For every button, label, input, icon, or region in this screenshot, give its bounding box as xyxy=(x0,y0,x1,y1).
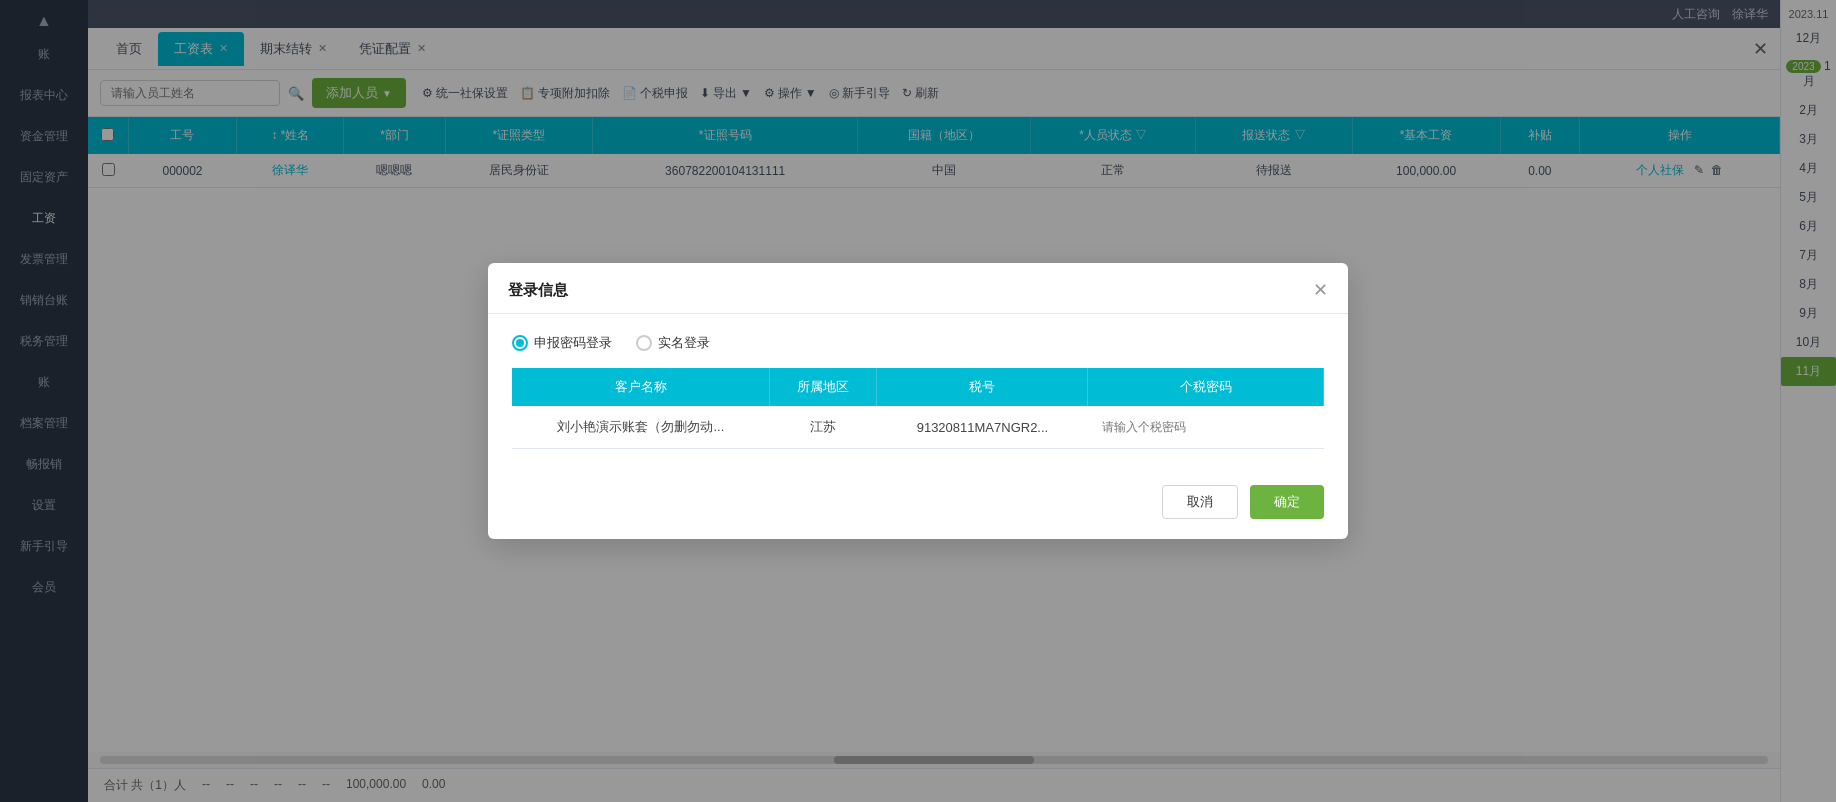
modal-footer: 取消 确定 xyxy=(488,469,1348,539)
login-type-radio-group: 申报密码登录 实名登录 xyxy=(512,334,1324,352)
confirm-button[interactable]: 确定 xyxy=(1250,485,1324,519)
modal-header: 登录信息 ✕ xyxy=(488,263,1348,314)
modal-col-client-name: 客户名称 xyxy=(512,368,770,406)
realname-login-radio[interactable] xyxy=(636,335,652,351)
client-tax-password-cell[interactable] xyxy=(1088,406,1324,449)
modal-col-tax-password: 个税密码 xyxy=(1088,368,1324,406)
modal-body: 申报密码登录 实名登录 客户名称 所属地区 税号 个税密码 xyxy=(488,314,1348,469)
client-tax-id-cell: 91320811MA7NGR2... xyxy=(877,406,1088,449)
modal-title: 登录信息 xyxy=(508,281,568,300)
client-region-cell: 江苏 xyxy=(770,406,877,449)
tax-password-input[interactable] xyxy=(1102,420,1310,434)
realname-login-option[interactable]: 实名登录 xyxy=(636,334,710,352)
modal-close-button[interactable]: ✕ xyxy=(1313,279,1328,301)
client-name-cell: 刘小艳演示账套（勿删勿动... xyxy=(512,406,770,449)
cancel-button[interactable]: 取消 xyxy=(1162,485,1238,519)
modal-overlay: 登录信息 ✕ 申报密码登录 实名登录 客户名称 所属地 xyxy=(0,0,1836,802)
password-login-radio[interactable] xyxy=(512,335,528,351)
password-login-option[interactable]: 申报密码登录 xyxy=(512,334,612,352)
modal-col-tax-id: 税号 xyxy=(877,368,1088,406)
client-table-row: 刘小艳演示账套（勿删勿动... 江苏 91320811MA7NGR2... xyxy=(512,406,1324,449)
modal-col-region: 所属地区 xyxy=(770,368,877,406)
client-table: 客户名称 所属地区 税号 个税密码 刘小艳演示账套（勿删勿动... 江苏 913… xyxy=(512,368,1324,449)
login-info-modal: 登录信息 ✕ 申报密码登录 实名登录 客户名称 所属地 xyxy=(488,263,1348,539)
